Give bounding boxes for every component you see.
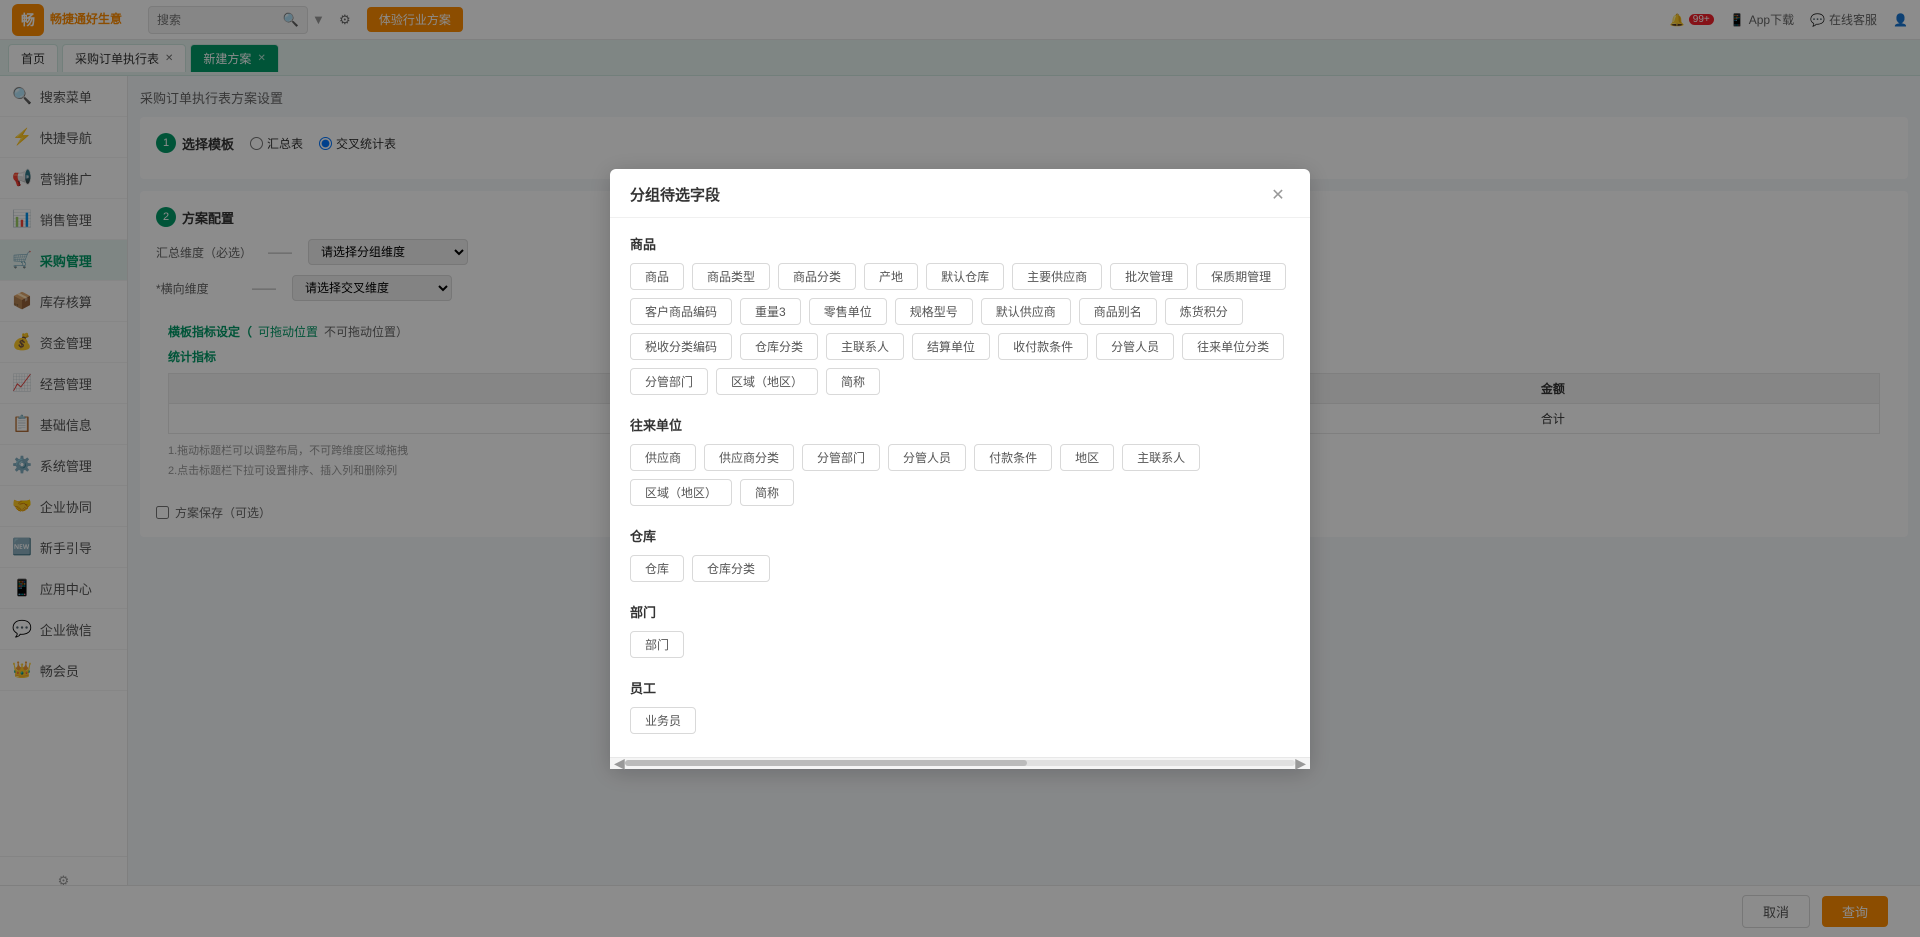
field-tag-0-20[interactable]: 分管人员: [1096, 333, 1174, 360]
field-tag-0-0[interactable]: 商品: [630, 263, 684, 290]
scroll-right-arrow[interactable]: ▶: [1295, 755, 1306, 772]
field-tag-1-8[interactable]: 简称: [740, 479, 794, 506]
field-tag-0-23[interactable]: 区域（地区）: [716, 368, 818, 395]
modal-close-button[interactable]: ✕: [1266, 183, 1290, 207]
field-tag-0-1[interactable]: 商品类型: [692, 263, 770, 290]
modal-title: 分组待选字段: [630, 184, 720, 205]
field-section-title-2: 仓库: [630, 526, 1290, 545]
field-tag-0-19[interactable]: 收付款条件: [998, 333, 1088, 360]
field-tag-1-6[interactable]: 主联系人: [1122, 444, 1200, 471]
field-tag-0-8[interactable]: 客户商品编码: [630, 298, 732, 325]
field-tag-2-1[interactable]: 仓库分类: [692, 555, 770, 582]
field-tag-4-0[interactable]: 业务员: [630, 707, 696, 734]
field-section-title-1: 往来单位: [630, 415, 1290, 434]
field-section-title-4: 员工: [630, 678, 1290, 697]
field-tag-0-21[interactable]: 往来单位分类: [1182, 333, 1284, 360]
field-tags-4: 业务员: [630, 707, 1290, 734]
field-tag-1-1[interactable]: 供应商分类: [704, 444, 794, 471]
scrollbar-track[interactable]: [625, 760, 1295, 766]
field-section-title-0: 商品: [630, 234, 1290, 253]
modal-scrollbar[interactable]: ◀ ▶: [610, 757, 1310, 769]
field-section-3: 部门部门: [630, 602, 1290, 658]
field-tag-0-18[interactable]: 结算单位: [912, 333, 990, 360]
field-tag-1-4[interactable]: 付款条件: [974, 444, 1052, 471]
field-tag-0-4[interactable]: 默认仓库: [926, 263, 1004, 290]
field-tag-0-6[interactable]: 批次管理: [1110, 263, 1188, 290]
field-section-4: 员工业务员: [630, 678, 1290, 734]
scroll-left-arrow[interactable]: ◀: [614, 755, 625, 772]
field-tag-0-17[interactable]: 主联系人: [826, 333, 904, 360]
field-tag-1-2[interactable]: 分管部门: [802, 444, 880, 471]
field-tag-0-12[interactable]: 默认供应商: [981, 298, 1071, 325]
field-tag-0-7[interactable]: 保质期管理: [1196, 263, 1286, 290]
field-tag-0-9[interactable]: 重量3: [740, 298, 801, 325]
field-tag-0-22[interactable]: 分管部门: [630, 368, 708, 395]
field-tag-0-16[interactable]: 仓库分类: [740, 333, 818, 360]
field-tag-0-11[interactable]: 规格型号: [895, 298, 973, 325]
field-section-2: 仓库仓库仓库分类: [630, 526, 1290, 582]
field-tag-1-7[interactable]: 区域（地区）: [630, 479, 732, 506]
field-tags-2: 仓库仓库分类: [630, 555, 1290, 582]
field-tag-2-0[interactable]: 仓库: [630, 555, 684, 582]
field-tag-0-24[interactable]: 简称: [826, 368, 880, 395]
field-tag-1-5[interactable]: 地区: [1060, 444, 1114, 471]
field-tag-1-3[interactable]: 分管人员: [888, 444, 966, 471]
field-tags-0: 商品商品类型商品分类产地默认仓库主要供应商批次管理保质期管理客户商品编码重量3 零…: [630, 263, 1290, 395]
field-tags-1: 供应商供应商分类分管部门分管人员付款条件地区主联系人区域（地区） 简称: [630, 444, 1290, 506]
scrollbar-thumb: [625, 760, 1027, 766]
field-tag-0-10[interactable]: 零售单位: [809, 298, 887, 325]
field-section-1: 往来单位供应商供应商分类分管部门分管人员付款条件地区主联系人区域（地区） 简称: [630, 415, 1290, 506]
field-tags-3: 部门: [630, 631, 1290, 658]
field-tag-0-15[interactable]: 税收分类编码: [630, 333, 732, 360]
field-tag-0-13[interactable]: 商品别名: [1079, 298, 1157, 325]
field-tag-0-14[interactable]: 炼货积分: [1165, 298, 1243, 325]
field-tag-0-3[interactable]: 产地: [864, 263, 918, 290]
field-tag-0-2[interactable]: 商品分类: [778, 263, 856, 290]
field-tag-0-5[interactable]: 主要供应商: [1012, 263, 1102, 290]
field-section-title-3: 部门: [630, 602, 1290, 621]
modal-header: 分组待选字段 ✕: [610, 169, 1310, 218]
modal-body: 商品商品商品类型商品分类产地默认仓库主要供应商批次管理保质期管理客户商品编码重量…: [610, 218, 1310, 757]
field-select-modal: 分组待选字段 ✕ 商品商品商品类型商品分类产地默认仓库主要供应商批次管理保质期管…: [610, 169, 1310, 769]
field-section-0: 商品商品商品类型商品分类产地默认仓库主要供应商批次管理保质期管理客户商品编码重量…: [630, 234, 1290, 395]
field-tag-3-0[interactable]: 部门: [630, 631, 684, 658]
field-tag-1-0[interactable]: 供应商: [630, 444, 696, 471]
